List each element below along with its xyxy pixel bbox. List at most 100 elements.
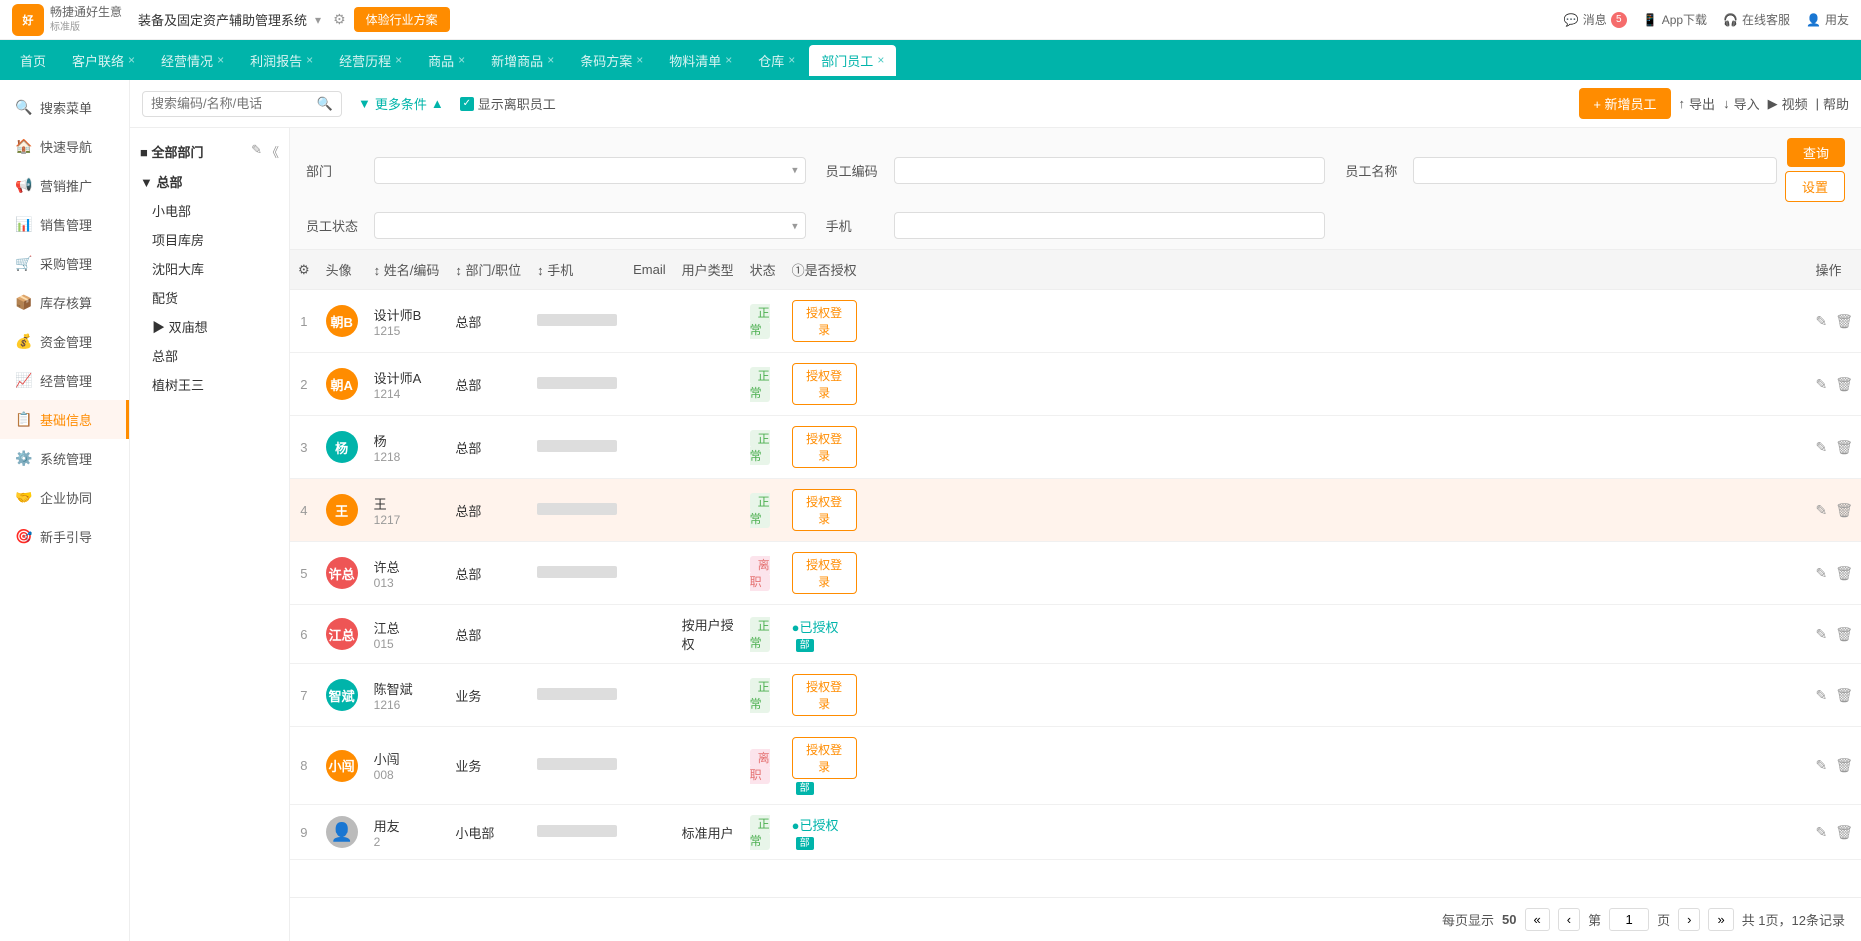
tab-close-经营情况[interactable]: × — [217, 53, 224, 67]
nav-tab-经营历程[interactable]: 经营历程× — [327, 45, 414, 76]
dept-node-peihuo[interactable]: 配货 — [130, 283, 289, 312]
nav-tab-部门员工[interactable]: 部门员工× — [809, 45, 896, 76]
delete-icon[interactable]: 🗑 — [1835, 626, 1853, 643]
auth-button[interactable]: 授权登录 — [792, 300, 857, 342]
export-button[interactable]: ↑ 导出 — [1679, 94, 1716, 113]
edit-icon[interactable]: ✎ — [1815, 376, 1827, 393]
last-page-button[interactable]: » — [1708, 908, 1733, 931]
dept-edit-icon[interactable]: ✎ — [251, 142, 262, 161]
show-resigned-toggle[interactable]: ✓ 显示离职员工 — [460, 94, 556, 113]
sidebar-item-基础信息[interactable]: 📋基础信息 — [0, 400, 129, 439]
auth-button[interactable]: 授权登录 — [792, 737, 857, 779]
dept-node-zongbu2[interactable]: 总部 — [130, 341, 289, 370]
sidebar-item-系统管理[interactable]: ⚙️系统管理 — [0, 439, 129, 478]
sidebar-item-采购管理[interactable]: 🛒采购管理 — [0, 244, 129, 283]
add-employee-button[interactable]: + 新增员工 — [1579, 88, 1670, 119]
trial-button[interactable]: 体验行业方案 — [354, 7, 450, 32]
tab-close-利润报告[interactable]: × — [306, 53, 313, 67]
next-page-button[interactable]: › — [1678, 908, 1700, 931]
dept-node-zongbu[interactable]: ▼ 总部 — [130, 167, 289, 196]
sidebar-item-经营管理[interactable]: 📈经营管理 — [0, 361, 129, 400]
nav-tab-客户联络[interactable]: 客户联络× — [60, 45, 147, 76]
settings-icon[interactable]: ⚙ — [333, 11, 346, 28]
delete-icon[interactable]: 🗑 — [1835, 313, 1853, 330]
tab-close-客户联络[interactable]: × — [128, 53, 135, 67]
tab-close-物料清单[interactable]: × — [725, 53, 732, 67]
dept-node-shuangmiao[interactable]: ▶ 双庙想 — [130, 312, 289, 341]
sidebar-item-营销推广[interactable]: 📢营销推广 — [0, 166, 129, 205]
app-download-action[interactable]: 📱 App下载 — [1643, 11, 1707, 28]
edit-icon[interactable]: ✎ — [1815, 757, 1827, 774]
dept-node-zhishuwan[interactable]: 植树王三 — [130, 370, 289, 399]
tab-close-条码方案[interactable]: × — [636, 53, 643, 67]
sidebar-item-资金管理[interactable]: 💰资金管理 — [0, 322, 129, 361]
system-dropdown[interactable]: ▾ — [315, 13, 321, 27]
sidebar-item-企业协同[interactable]: 🤝企业协同 — [0, 478, 129, 517]
auth-button[interactable]: 授权登录 — [792, 552, 857, 594]
tab-close-商品[interactable]: × — [458, 53, 465, 67]
first-page-button[interactable]: « — [1525, 908, 1550, 931]
tab-close-经营历程[interactable]: × — [395, 53, 402, 67]
auth-button[interactable]: 授权登录 — [792, 426, 857, 468]
auth-button[interactable]: 授权登录 — [792, 674, 857, 716]
nav-tab-经营情况[interactable]: 经营情况× — [149, 45, 236, 76]
sidebar-item-快速导航[interactable]: 🏠快速导航 — [0, 127, 129, 166]
edit-icon[interactable]: ✎ — [1815, 626, 1827, 643]
tab-close-部门员工[interactable]: × — [877, 53, 884, 67]
sidebar-item-新手引导[interactable]: 🎯新手引导 — [0, 517, 129, 556]
query-button[interactable]: 查询 — [1787, 138, 1845, 167]
edit-icon[interactable]: ✎ — [1815, 687, 1827, 704]
prev-page-button[interactable]: ‹ — [1558, 908, 1580, 931]
sidebar-item-搜索菜单[interactable]: 🔍搜索菜单 — [0, 88, 129, 127]
view-button[interactable]: ▶ 视频 — [1768, 94, 1808, 113]
service-action[interactable]: 🎧 在线客服 — [1723, 11, 1790, 28]
phone-input[interactable] — [894, 212, 1326, 239]
delete-icon[interactable]: 🗑 — [1835, 502, 1853, 519]
edit-icon[interactable]: ✎ — [1815, 502, 1827, 519]
tab-close-仓库[interactable]: × — [788, 53, 795, 67]
sidebar-item-销售管理[interactable]: 📊销售管理 — [0, 205, 129, 244]
col-settings[interactable]: ⚙ — [290, 250, 318, 290]
more-filter-btn[interactable]: ▼ 更多条件 ▲ — [350, 90, 452, 117]
import-button[interactable]: ↓ 导入 — [1723, 94, 1760, 113]
nav-tab-条码方案[interactable]: 条码方案× — [568, 45, 655, 76]
edit-icon[interactable]: ✎ — [1815, 824, 1827, 841]
edit-icon[interactable]: ✎ — [1815, 313, 1827, 330]
message-action[interactable]: 💬 消息 5 — [1564, 11, 1627, 28]
edit-icon[interactable]: ✎ — [1815, 565, 1827, 582]
delete-icon[interactable]: 🗑 — [1835, 757, 1853, 774]
emp-code-input[interactable] — [894, 157, 1326, 184]
nav-tab-商品[interactable]: 商品× — [416, 45, 477, 76]
nav-tab-物料清单[interactable]: 物料清单× — [657, 45, 744, 76]
nav-tab-仓库[interactable]: 仓库× — [746, 45, 807, 76]
emp-name-input[interactable] — [1413, 157, 1777, 184]
delete-icon[interactable]: 🗑 — [1835, 824, 1853, 841]
sidebar-item-库存核算[interactable]: 📦库存核算 — [0, 283, 129, 322]
dept-node-xiangmukufang[interactable]: 项目库房 — [130, 225, 289, 254]
dept-node-xiaodianbu[interactable]: 小电部 — [130, 196, 289, 225]
edit-icon[interactable]: ✎ — [1815, 439, 1827, 456]
auth-button[interactable]: 授权登录 — [792, 363, 857, 405]
search-input[interactable] — [151, 96, 313, 111]
tab-close-新增商品[interactable]: × — [547, 53, 554, 67]
delete-icon[interactable]: 🗑 — [1835, 687, 1853, 704]
delete-icon[interactable]: 🗑 — [1835, 439, 1853, 456]
delete-icon[interactable]: 🗑 — [1835, 565, 1853, 582]
col-dept[interactable]: ↕ 部门/职位 — [447, 250, 529, 290]
dept-collapse-icon[interactable]: 《 — [266, 142, 279, 161]
nav-tab-新增商品[interactable]: 新增商品× — [479, 45, 566, 76]
search-box[interactable]: 🔍 — [142, 91, 342, 117]
emp-status-select[interactable] — [374, 212, 806, 239]
col-name[interactable]: ↕ 姓名/编码 — [366, 250, 448, 290]
user-action[interactable]: 👤 用友 — [1806, 11, 1849, 28]
dept-node-shenyangdaku[interactable]: 沈阳大库 — [130, 254, 289, 283]
dept-select[interactable] — [374, 157, 806, 184]
auth-button[interactable]: 授权登录 — [792, 489, 857, 531]
set-button[interactable]: 设置 — [1785, 171, 1845, 202]
page-input[interactable] — [1609, 908, 1649, 931]
nav-tab-利润报告[interactable]: 利润报告× — [238, 45, 325, 76]
col-phone[interactable]: ↕ 手机 — [529, 250, 625, 290]
delete-icon[interactable]: 🗑 — [1835, 376, 1853, 393]
help-button[interactable]: | 帮助 — [1816, 94, 1849, 113]
nav-tab-首页[interactable]: 首页 — [8, 45, 58, 76]
